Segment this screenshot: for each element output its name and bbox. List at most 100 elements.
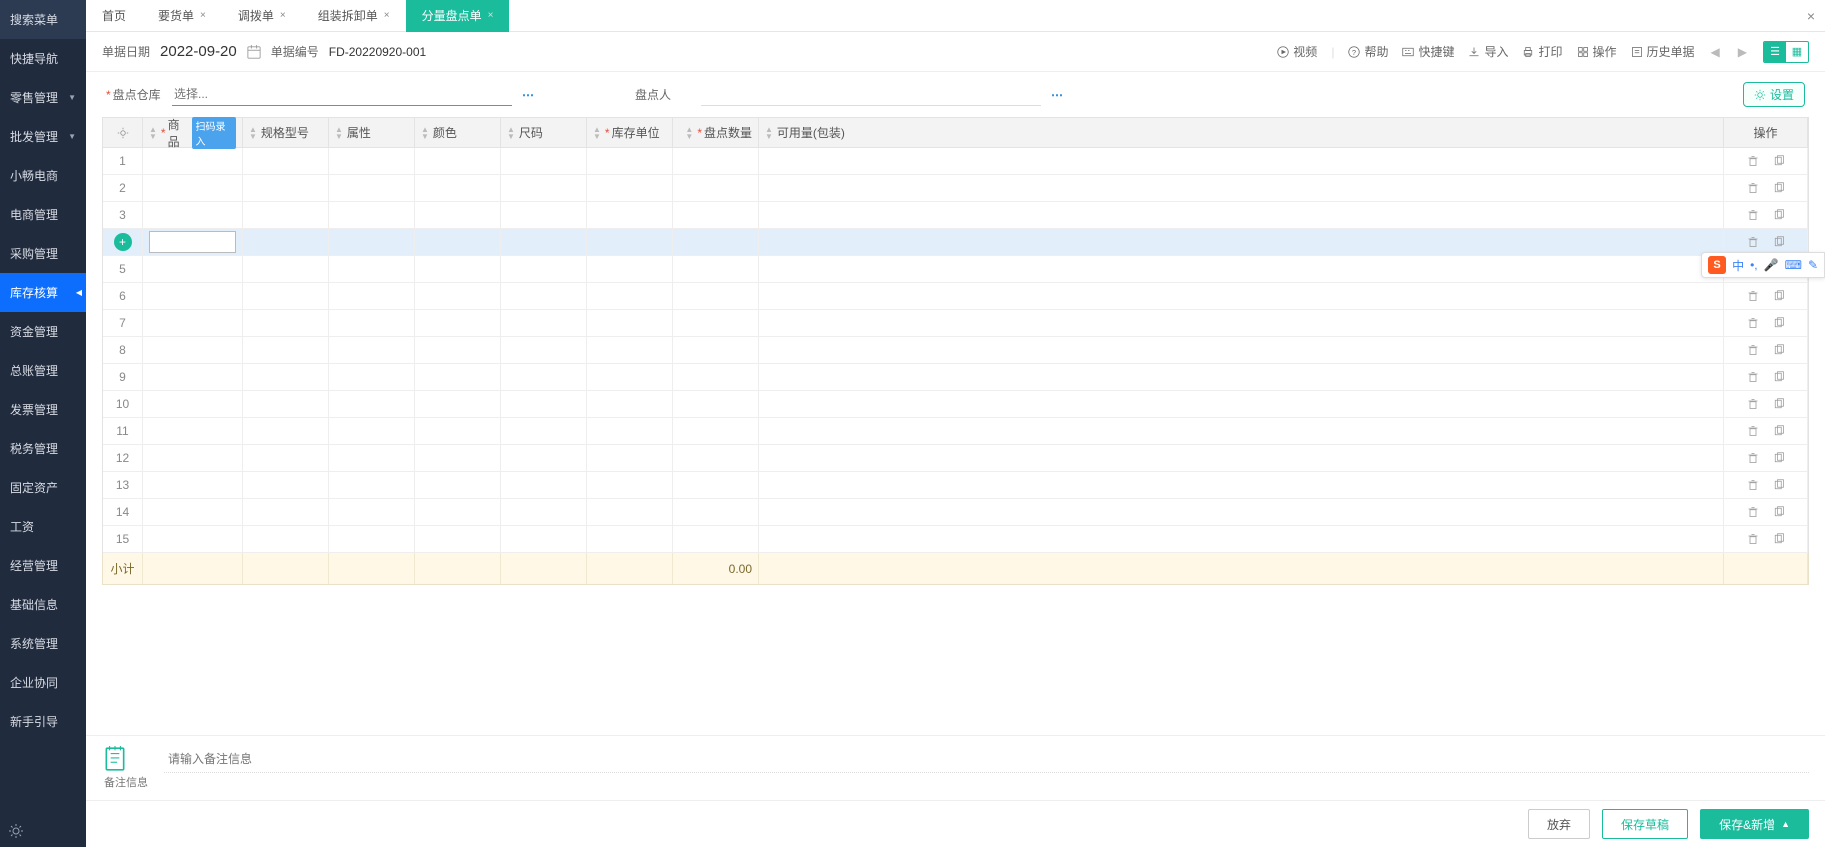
copy-row-icon[interactable] [1773,371,1785,383]
ime-toolbar[interactable]: S 中 •, 🎤 ⌨ ✎ [1701,252,1825,278]
tab-3[interactable]: 组装拆卸单× [302,0,406,32]
col-unit[interactable]: ▲▼*库存单位 [587,118,673,147]
ime-keyboard-icon[interactable]: ⌨ [1785,258,1802,272]
delete-row-icon[interactable] [1747,425,1759,437]
settings-button[interactable]: 设置 [1743,82,1805,107]
copy-row-icon[interactable] [1773,155,1785,167]
history-button[interactable]: 历史单据 [1631,43,1695,60]
sidebar-item-4[interactable]: 小畅电商 [0,156,86,195]
table-row[interactable]: 13 [103,472,1808,499]
copy-row-icon[interactable] [1773,317,1785,329]
ime-lang[interactable]: 中 [1732,257,1744,274]
remarks-input[interactable] [164,746,1809,773]
table-row[interactable]: 11 [103,418,1808,445]
sidebar-item-7[interactable]: 库存核算 [0,273,86,312]
sidebar-item-17[interactable]: 企业协同 [0,663,86,702]
sidebar-item-2[interactable]: 零售管理▼ [0,78,86,117]
col-attr[interactable]: ▲▼属性 [329,118,415,147]
delete-row-icon[interactable] [1747,317,1759,329]
copy-row-icon[interactable] [1773,533,1785,545]
col-spec[interactable]: ▲▼规格型号 [243,118,329,147]
sidebar-item-18[interactable]: 新手引导 [0,702,86,741]
copy-row-icon[interactable] [1773,344,1785,356]
sidebar-settings-icon[interactable] [0,815,86,847]
table-row[interactable]: + [103,229,1808,256]
delete-row-icon[interactable] [1747,506,1759,518]
copy-row-icon[interactable] [1773,290,1785,302]
delete-row-icon[interactable] [1747,155,1759,167]
save-new-button[interactable]: 保存&新增▲ [1700,809,1809,839]
sidebar-item-5[interactable]: 电商管理 [0,195,86,234]
help-button[interactable]: ?帮助 [1348,43,1388,60]
operate-button[interactable]: 操作 [1577,43,1617,60]
sidebar-item-0[interactable]: 搜索菜单 [0,0,86,39]
shortcut-button[interactable]: 快捷键 [1402,43,1454,60]
col-color[interactable]: ▲▼颜色 [415,118,501,147]
table-row[interactable]: 10 [103,391,1808,418]
close-icon[interactable]: × [488,10,494,21]
copy-row-icon[interactable] [1773,236,1785,248]
copy-row-icon[interactable] [1773,479,1785,491]
sidebar-item-6[interactable]: 采购管理 [0,234,86,273]
calendar-icon[interactable] [247,45,261,59]
table-row[interactable]: 9 [103,364,1808,391]
table-row[interactable]: 6 [103,283,1808,310]
table-row[interactable]: 2 [103,175,1808,202]
table-row[interactable]: 15 [103,526,1808,553]
video-button[interactable]: 视频 [1277,43,1317,60]
sidebar-item-15[interactable]: 基础信息 [0,585,86,624]
close-icon[interactable]: × [280,10,286,21]
col-size[interactable]: ▲▼尺码 [501,118,587,147]
sidebar-item-1[interactable]: 快捷导航 [0,39,86,78]
col-qty[interactable]: ▲▼*盘点数量 [673,118,759,147]
close-icon[interactable]: × [384,10,390,21]
copy-row-icon[interactable] [1773,452,1785,464]
delete-row-icon[interactable] [1747,236,1759,248]
copy-row-icon[interactable] [1773,182,1785,194]
ime-punct-icon[interactable]: •, [1750,258,1758,272]
copy-row-icon[interactable] [1773,398,1785,410]
col-avail[interactable]: ▲▼可用量(包装) [759,118,1724,147]
col-settings-icon[interactable] [103,118,143,147]
delete-row-icon[interactable] [1747,371,1759,383]
tabs-close-all[interactable]: × [1797,8,1825,24]
delete-row-icon[interactable] [1747,479,1759,491]
tab-4[interactable]: 分量盘点单× [406,0,510,32]
table-row[interactable]: 5 [103,256,1808,283]
delete-row-icon[interactable] [1747,533,1759,545]
print-button[interactable]: 打印 [1522,43,1562,60]
discard-button[interactable]: 放弃 [1528,809,1590,839]
delete-row-icon[interactable] [1747,398,1759,410]
copy-row-icon[interactable] [1773,209,1785,221]
delete-row-icon[interactable] [1747,209,1759,221]
warehouse-input[interactable] [172,83,512,106]
table-row[interactable]: 8 [103,337,1808,364]
view-toggle[interactable]: ☰ ▦ [1763,41,1809,63]
tab-0[interactable]: 首页 [86,0,142,32]
grid-view-icon[interactable]: ▦ [1786,42,1808,62]
sidebar-item-9[interactable]: 总账管理 [0,351,86,390]
import-button[interactable]: 导入 [1468,43,1508,60]
person-input[interactable] [701,83,1041,106]
sidebar-item-3[interactable]: 批发管理▼ [0,117,86,156]
delete-row-icon[interactable] [1747,452,1759,464]
warehouse-more-icon[interactable]: ⋯ [522,88,535,102]
sidebar-item-14[interactable]: 经营管理 [0,546,86,585]
delete-row-icon[interactable] [1747,344,1759,356]
delete-row-icon[interactable] [1747,290,1759,302]
sidebar-item-16[interactable]: 系统管理 [0,624,86,663]
sidebar-item-12[interactable]: 固定资产 [0,468,86,507]
table-row[interactable]: 12 [103,445,1808,472]
sidebar-item-10[interactable]: 发票管理 [0,390,86,429]
cell-editor[interactable] [149,231,236,253]
delete-row-icon[interactable] [1747,182,1759,194]
person-more-icon[interactable]: ⋯ [1051,88,1064,102]
sidebar-item-11[interactable]: 税务管理 [0,429,86,468]
sidebar-item-8[interactable]: 资金管理 [0,312,86,351]
table-row[interactable]: 7 [103,310,1808,337]
save-draft-button[interactable]: 保存草稿 [1602,809,1688,839]
copy-row-icon[interactable] [1773,425,1785,437]
copy-row-icon[interactable] [1773,506,1785,518]
table-row[interactable]: 14 [103,499,1808,526]
close-icon[interactable]: × [200,10,206,21]
